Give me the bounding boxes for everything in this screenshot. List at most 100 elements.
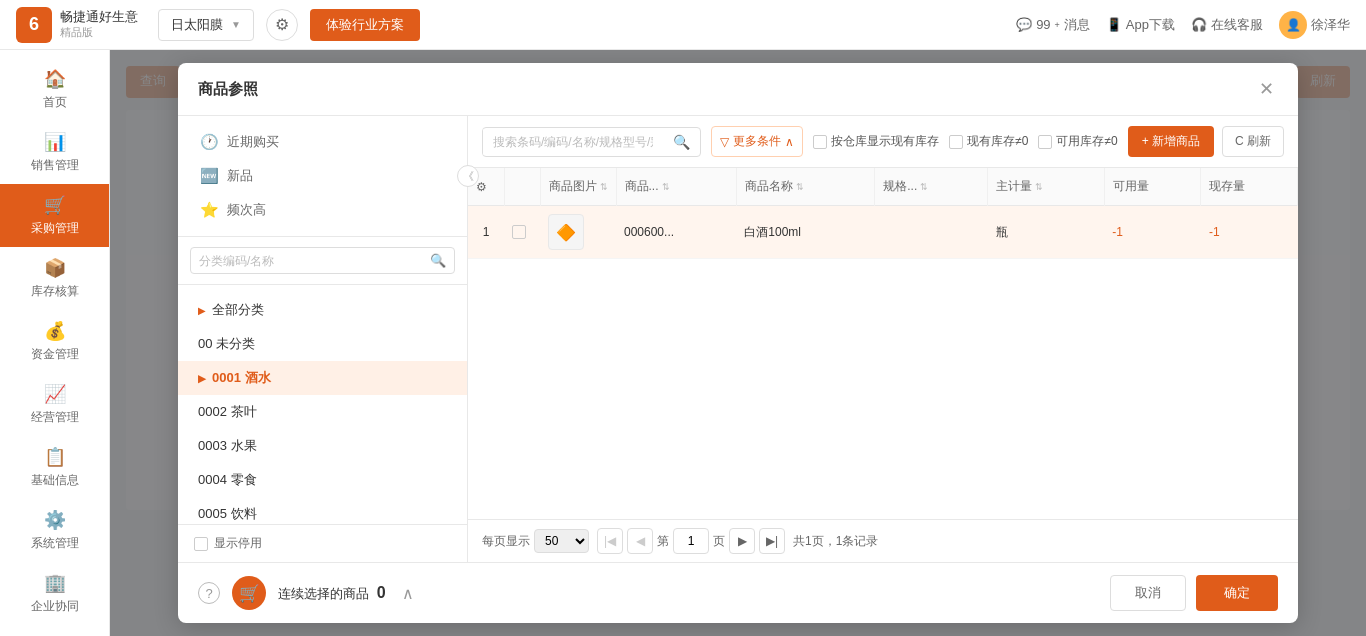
triangle-icon: ▶	[198, 305, 206, 316]
category-item-0005[interactable]: 0005 饮料	[178, 497, 467, 524]
search-icon: 🔍	[430, 253, 446, 268]
th-available: 可用量	[1104, 168, 1201, 206]
home-icon: 🏠	[44, 68, 66, 90]
basic-icon: 📋	[44, 446, 66, 468]
checkbox-nonzero-available[interactable]: 可用库存≠0	[1038, 133, 1117, 150]
footer-collapse-icon[interactable]: ∧	[402, 584, 414, 603]
sidebar-item-inventory[interactable]: 📦 库存核算	[0, 247, 109, 310]
brand-name: 畅捷通好生意	[60, 9, 138, 26]
sidebar-item-basic[interactable]: 📋 基础信息	[0, 436, 109, 499]
logo-area: 6 畅捷通好生意 精品版	[16, 7, 138, 43]
tab-frequent[interactable]: ⭐ 频次高	[190, 194, 455, 226]
per-page-dropdown[interactable]: 50 10 20 100	[534, 529, 589, 553]
product-search-button[interactable]: 🔍	[663, 128, 700, 156]
main-layout: 🏠 首页 📊 销售管理 🛒 采购管理 📦 库存核算 💰 资金管理 📈 经营管理 …	[0, 50, 1366, 636]
category-item-0003[interactable]: 0003 水果	[178, 429, 467, 463]
sidebar-item-finance[interactable]: 💰 资金管理	[0, 310, 109, 373]
existing-stock-checkbox[interactable]	[813, 135, 827, 149]
row-image-cell: 🔶	[540, 206, 616, 259]
nonzero-stock-checkbox[interactable]	[949, 135, 963, 149]
category-item-0001[interactable]: ▶ 0001 酒水	[178, 361, 467, 395]
category-item-00[interactable]: 00 未分类	[178, 327, 467, 361]
help-button[interactable]: ?	[198, 582, 220, 604]
product-reference-modal: 商品参照 ✕ 🕐 近期购买 🆕	[178, 63, 1298, 623]
collapse-left-panel-button[interactable]: 《	[457, 165, 479, 187]
table-body: 1 🔶	[468, 206, 1298, 259]
modal-body: 🕐 近期购买 🆕 新品 ⭐ 频次高 《	[178, 116, 1298, 562]
add-product-button[interactable]: + 新增商品	[1128, 126, 1214, 157]
sidebar-item-purchase[interactable]: 🛒 采购管理	[0, 184, 109, 247]
selected-count-value: 0	[377, 584, 386, 601]
th-spec: 规格... ⇅	[875, 168, 988, 206]
cancel-button[interactable]: 取消	[1110, 575, 1186, 611]
sidebar-item-enterprise[interactable]: 🏢 企业协同	[0, 562, 109, 625]
top-navigation: 6 畅捷通好生意 精品版 日太阳膜 ▼ ⚙ 体验行业方案 💬 99+ 消息 📱 …	[0, 0, 1366, 50]
try-industry-button[interactable]: 体验行业方案	[310, 9, 420, 41]
row-name: 白酒100ml	[736, 206, 874, 259]
last-page-button[interactable]: ▶|	[759, 528, 785, 554]
sidebar-item-operations[interactable]: 📈 经营管理	[0, 373, 109, 436]
cart-icon: 🛒	[44, 194, 66, 216]
pagination-area: 每页显示 50 10 20 100 |◀ ◀	[468, 519, 1298, 562]
row-code: 000600...	[616, 206, 736, 259]
tab-recent-purchase[interactable]: 🕐 近期购买	[190, 126, 455, 158]
user-item[interactable]: 👤 徐泽华	[1279, 11, 1350, 39]
next-page-button[interactable]: ▶	[729, 528, 755, 554]
category-item-0004[interactable]: 0004 零食	[178, 463, 467, 497]
system-icon: ⚙️	[44, 509, 66, 531]
row-stock: -1	[1201, 206, 1298, 259]
sidebar-item-sales[interactable]: 📊 销售管理	[0, 121, 109, 184]
product-table-area: ⚙ 商品图片 ⇅	[468, 168, 1298, 519]
th-checkbox	[504, 168, 540, 206]
row-index: 1	[468, 206, 504, 259]
sidebar-item-system[interactable]: ⚙️ 系统管理	[0, 499, 109, 562]
tab-new-products[interactable]: 🆕 新品	[190, 160, 455, 192]
more-filter-button[interactable]: ▽ 更多条件 ∧	[711, 126, 803, 157]
avatar: 👤	[1279, 11, 1307, 39]
right-panel: 🔍 ▽ 更多条件 ∧ 按仓库显示现有库存	[468, 116, 1298, 562]
show-disabled-checkbox[interactable]	[194, 537, 208, 551]
product-table: ⚙ 商品图片 ⇅	[468, 168, 1298, 259]
message-icon: 💬	[1016, 17, 1032, 32]
nav-selector[interactable]: 日太阳膜 ▼	[158, 9, 254, 41]
sidebar-item-home[interactable]: 🏠 首页	[0, 58, 109, 121]
th-image: 商品图片 ⇅	[540, 168, 616, 206]
toolbar-right-actions: + 新增商品 C 刷新	[1128, 126, 1284, 157]
th-stock: 现存量	[1201, 168, 1298, 206]
active-triangle-icon: ▶	[198, 373, 206, 384]
modal-header: 商品参照 ✕	[178, 63, 1298, 116]
gear-button[interactable]: ⚙	[266, 9, 298, 41]
table-header: ⚙ 商品图片 ⇅	[468, 168, 1298, 206]
category-search-input[interactable]	[199, 254, 424, 268]
table-row[interactable]: 1 🔶	[468, 206, 1298, 259]
box-icon: 📦	[44, 257, 66, 279]
refresh-button[interactable]: C 刷新	[1222, 126, 1284, 157]
modal-close-button[interactable]: ✕	[1254, 77, 1278, 101]
checkbox-show-existing-stock[interactable]: 按仓库显示现有库存	[813, 133, 939, 150]
category-item-all[interactable]: ▶ 全部分类	[178, 293, 467, 327]
checkbox-nonzero-stock[interactable]: 现有库存≠0	[949, 133, 1028, 150]
filter-icon: ▽	[720, 135, 729, 149]
star-icon: ⭐	[200, 201, 219, 219]
page-number-input[interactable]	[673, 528, 709, 554]
first-page-button[interactable]: |◀	[597, 528, 623, 554]
download-icon: 📱	[1106, 17, 1122, 32]
app-download-item[interactable]: 📱 App下载	[1106, 16, 1175, 34]
sort-icon-image: ⇅	[600, 182, 608, 192]
total-info: 共1页，1条记录	[793, 533, 878, 550]
selected-count-label: 连续选择的商品 0	[278, 584, 390, 603]
row-unit: 瓶	[988, 206, 1105, 259]
message-item[interactable]: 💬 99+ 消息	[1016, 16, 1090, 34]
cart-button[interactable]: 🛒	[232, 576, 266, 610]
sidebar-item-guide[interactable]: 🎯 新手引导	[0, 625, 109, 636]
online-service-item[interactable]: 🎧 在线客服	[1191, 16, 1263, 34]
prev-page-button[interactable]: ◀	[627, 528, 653, 554]
confirm-button[interactable]: 确定	[1196, 575, 1278, 611]
show-disabled-area: 显示停用	[178, 524, 467, 562]
category-item-0002[interactable]: 0002 茶叶	[178, 395, 467, 429]
row-checkbox[interactable]	[512, 225, 526, 239]
product-search-input[interactable]	[483, 129, 663, 155]
th-name: 商品名称 ⇅	[736, 168, 874, 206]
nonzero-available-checkbox[interactable]	[1038, 135, 1052, 149]
sidebar: 🏠 首页 📊 销售管理 🛒 采购管理 📦 库存核算 💰 资金管理 📈 经营管理 …	[0, 50, 110, 636]
